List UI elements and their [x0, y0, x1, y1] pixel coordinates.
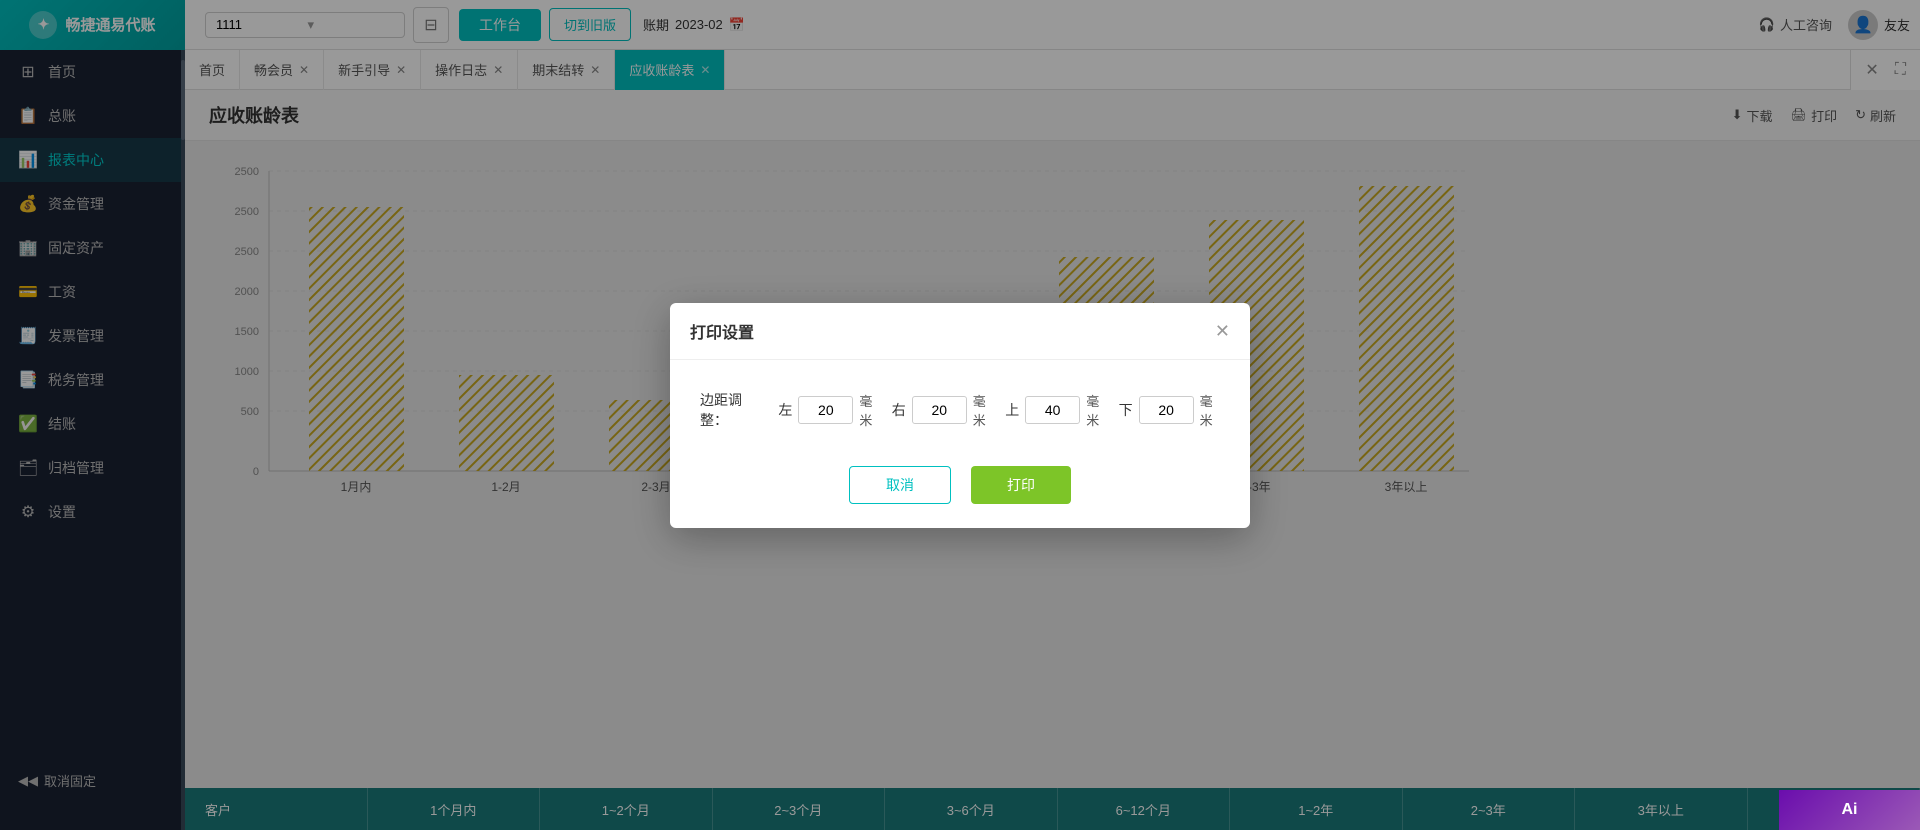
top-margin-unit: 毫米	[1086, 391, 1106, 429]
modal-body: 边距调整： 左 毫米 右 毫米 上 毫米 下	[670, 360, 1250, 450]
left-margin-unit: 毫米	[859, 391, 879, 429]
modal-footer: 取消 打印	[670, 450, 1250, 528]
print-confirm-button[interactable]: 打印	[971, 466, 1071, 504]
left-margin-label: 左	[778, 400, 792, 420]
modal-close-button[interactable]: ✕	[1215, 322, 1230, 340]
left-margin-input[interactable]	[798, 396, 853, 424]
right-margin-input[interactable]	[912, 396, 967, 424]
top-margin-label: 上	[1005, 400, 1019, 420]
cancel-button[interactable]: 取消	[849, 466, 951, 504]
bottom-margin-input[interactable]	[1139, 396, 1194, 424]
right-margin-unit: 毫米	[973, 391, 993, 429]
margin-settings-row: 边距调整： 左 毫米 右 毫米 上 毫米 下	[700, 390, 1220, 430]
bottom-margin-unit: 毫米	[1200, 391, 1220, 429]
left-margin-group: 左 毫米	[778, 391, 879, 429]
modal-overlay: 打印设置 ✕ 边距调整： 左 毫米 右 毫米 上 毫米	[0, 0, 1920, 830]
right-margin-group: 右 毫米	[892, 391, 993, 429]
top-margin-group: 上 毫米	[1005, 391, 1106, 429]
modal-title: 打印设置	[690, 319, 754, 343]
print-settings-dialog: 打印设置 ✕ 边距调整： 左 毫米 右 毫米 上 毫米	[670, 303, 1250, 528]
ai-badge[interactable]: Ai	[1779, 790, 1920, 830]
modal-header: 打印设置 ✕	[670, 303, 1250, 360]
bottom-margin-group: 下 毫米	[1119, 391, 1220, 429]
right-margin-label: 右	[892, 400, 906, 420]
ai-label: Ai	[1842, 801, 1858, 819]
margin-label: 边距调整：	[700, 390, 766, 430]
bottom-margin-label: 下	[1119, 400, 1133, 420]
top-margin-input[interactable]	[1025, 396, 1080, 424]
